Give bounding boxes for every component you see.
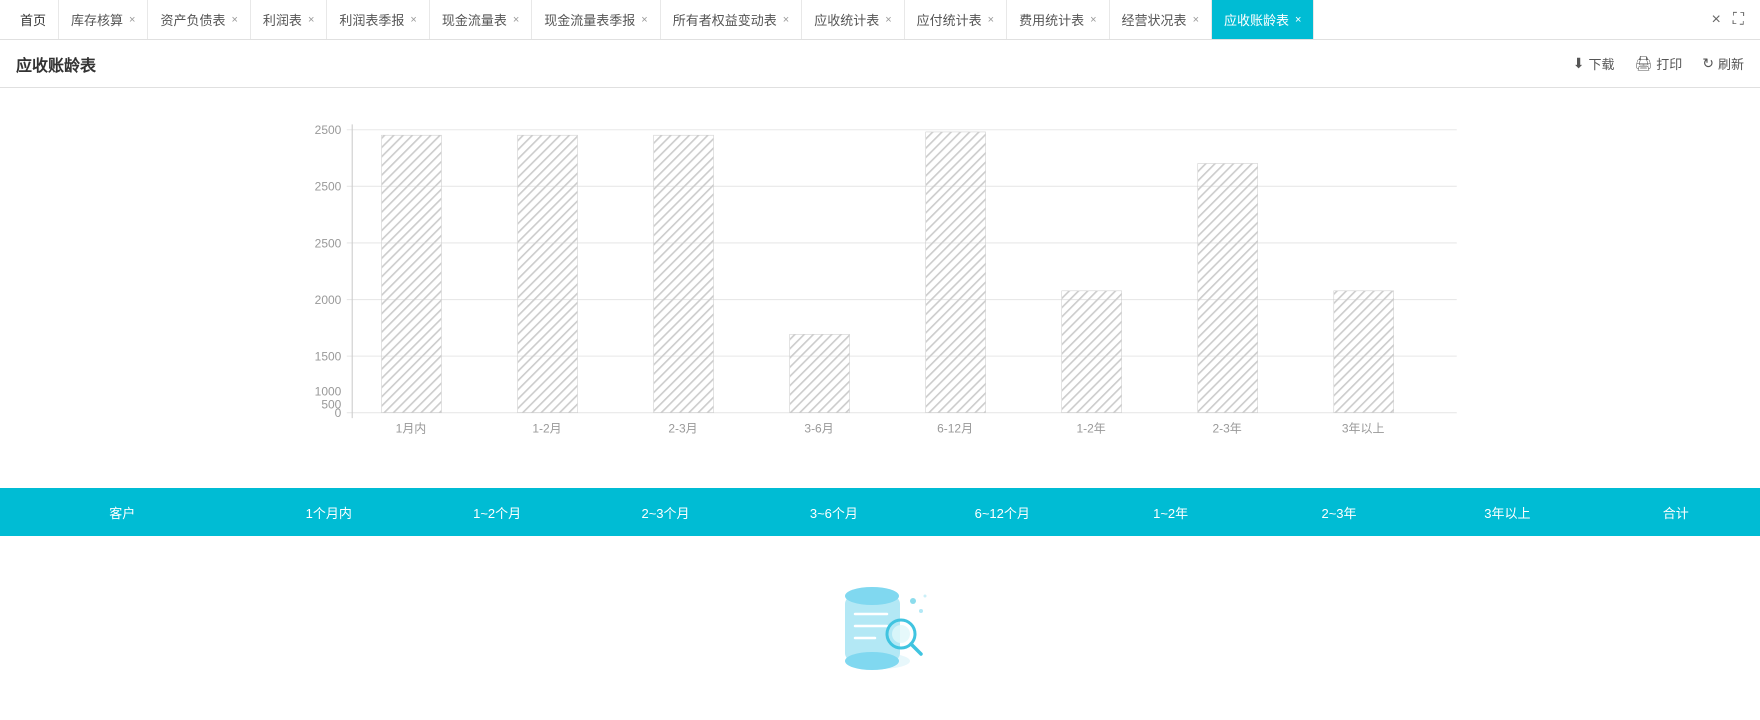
svg-text:1月内: 1月内 [396, 421, 427, 435]
col-3-6month: 3~6个月 [750, 503, 918, 522]
col-6-12month: 6~12个月 [918, 503, 1086, 522]
col-1-2month: 1~2个月 [413, 503, 581, 522]
col-3year-plus: 3年以上 [1423, 503, 1591, 522]
download-icon: ⬇ [1573, 55, 1585, 72]
main-content: 2500 2500 2500 2000 1500 1000 500 0 1月内 … [0, 88, 1760, 720]
tab-inventory[interactable]: 库存核算 × [59, 0, 148, 40]
close-tab-ar-stats[interactable]: × [885, 14, 891, 26]
col-2-3year: 2~3年 [1255, 503, 1423, 522]
svg-text:2-3年: 2-3年 [1213, 421, 1242, 435]
tab-ar-aging[interactable]: 应收账龄表 × [1212, 0, 1314, 40]
svg-text:2000: 2000 [315, 293, 342, 307]
svg-text:2500: 2500 [315, 123, 342, 137]
close-tab-balance[interactable]: × [231, 14, 237, 26]
print-icon: 🖨 [1634, 55, 1652, 72]
close-tab-equity[interactable]: × [783, 14, 789, 26]
svg-text:6-12月: 6-12月 [937, 421, 973, 435]
tab-home[interactable]: 首页 [8, 0, 59, 40]
svg-text:2500: 2500 [315, 236, 342, 250]
header-actions: ⬇ 下载 🖨 打印 ↻ 刷新 [1573, 54, 1744, 73]
page-title: 应收账龄表 [16, 52, 96, 76]
svg-text:1500: 1500 [315, 349, 342, 363]
tab-profit[interactable]: 利润表 × [251, 0, 327, 40]
tab-ar-stats[interactable]: 应收统计表 × [802, 0, 904, 40]
chart-area: 2500 2500 2500 2000 1500 1000 500 0 1月内 … [0, 88, 1760, 488]
tab-cashflow-quarterly[interactable]: 现金流量表季报 × [532, 0, 660, 40]
svg-text:3年以上: 3年以上 [1342, 421, 1385, 435]
refresh-icon: ↻ [1702, 55, 1714, 72]
svg-text:0: 0 [335, 406, 342, 420]
close-tab-cashflow-q[interactable]: × [641, 14, 647, 26]
tab-operation[interactable]: 经营状况表 × [1110, 0, 1212, 40]
empty-state [0, 536, 1760, 679]
svg-text:3-6月: 3-6月 [804, 421, 833, 435]
refresh-button[interactable]: ↻ 刷新 [1702, 54, 1744, 73]
tab-balance-sheet[interactable]: 资产负债表 × [148, 0, 250, 40]
close-tab-ap-stats[interactable]: × [988, 14, 994, 26]
tab-equity[interactable]: 所有者权益变动表 × [661, 0, 802, 40]
bar-1-2月 [518, 135, 578, 413]
bar-1月内 [382, 135, 442, 413]
tab-ap-stats[interactable]: 应付统计表 × [905, 0, 1007, 40]
close-tab-operation[interactable]: × [1193, 14, 1199, 26]
tab-bar: 首页 库存核算 × 资产负债表 × 利润表 × 利润表季报 × 现金流量表 × … [0, 0, 1760, 40]
bar-3年以上 [1334, 291, 1394, 413]
col-1-2year: 1~2年 [1086, 503, 1254, 522]
bar-6-12月 [926, 132, 986, 413]
bar-3-6月 [790, 334, 850, 412]
col-total: 合计 [1592, 503, 1760, 522]
bar-1-2年 [1062, 291, 1122, 413]
svg-text:1-2月: 1-2月 [532, 421, 561, 435]
bar-2-3月 [654, 135, 714, 413]
tab-profit-quarterly[interactable]: 利润表季报 × [327, 0, 429, 40]
close-tab-profit-q[interactable]: × [410, 14, 416, 26]
page-header: 应收账龄表 ⬇ 下载 🖨 打印 ↻ 刷新 [0, 40, 1760, 88]
col-2-3month: 2~3个月 [581, 503, 749, 522]
print-button[interactable]: 🖨 打印 [1634, 54, 1682, 73]
close-tab-inventory[interactable]: × [129, 14, 135, 26]
close-tab-expense[interactable]: × [1090, 14, 1096, 26]
svg-text:1000: 1000 [315, 384, 342, 398]
bar-2-3年 [1198, 164, 1258, 413]
col-1month: 1个月内 [245, 503, 413, 522]
tab-expense-stats[interactable]: 费用统计表 × [1007, 0, 1109, 40]
download-button[interactable]: ⬇ 下载 [1573, 54, 1615, 73]
table-header: 客户 1个月内 1~2个月 2~3个月 3~6个月 6~12个月 1~2年 2~… [0, 488, 1760, 536]
window-controls: × ⛶ [1711, 11, 1752, 29]
empty-icon [825, 576, 935, 679]
col-customer: 客户 [0, 503, 245, 522]
close-tab-cashflow[interactable]: × [513, 14, 519, 26]
close-tab-profit[interactable]: × [308, 14, 314, 26]
close-tab-ar-aging[interactable]: × [1295, 14, 1301, 26]
svg-text:2500: 2500 [315, 180, 342, 194]
bar-chart: 2500 2500 2500 2000 1500 1000 500 0 1月内 … [40, 108, 1720, 478]
svg-text:1-2年: 1-2年 [1076, 421, 1105, 435]
window-maximize-icon[interactable]: ⛶ [1733, 11, 1744, 29]
window-close-icon[interactable]: × [1711, 11, 1720, 29]
tab-cashflow[interactable]: 现金流量表 × [430, 0, 532, 40]
svg-text:2-3月: 2-3月 [668, 421, 697, 435]
